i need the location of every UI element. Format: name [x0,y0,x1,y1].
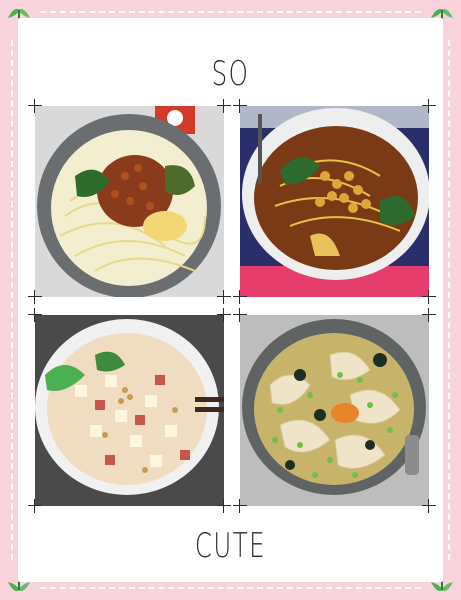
dashed-border-bottom [40,587,421,589]
crop-mark [233,308,247,322]
crop-mark [233,290,247,304]
crop-mark [28,308,42,322]
page-frame: SO CUTE [0,0,461,600]
crop-mark [422,290,436,304]
photo-wonton-soup[interactable] [240,315,429,506]
photo-pea-noodles[interactable] [240,106,429,297]
crop-mark [28,499,42,513]
photo-dry-noodles[interactable] [35,106,224,297]
dashed-border-right [448,40,450,560]
photo-card: SO CUTE [18,18,443,582]
page-subtitle: CUTE [194,526,267,566]
dashed-border-left [11,40,13,560]
crop-mark [28,290,42,304]
crop-mark [233,99,247,113]
crop-mark [233,499,247,513]
photo-tofu-soup[interactable] [35,315,224,506]
bowl-of-tofu-soup-icon [35,315,224,506]
crop-mark [217,308,231,322]
bowl-of-dry-noodles-icon [35,106,224,297]
crop-mark [217,290,231,304]
dashed-border-top [40,11,421,13]
crop-mark [217,499,231,513]
bowl-of-wonton-soup-icon [240,315,429,506]
crop-mark [422,99,436,113]
crop-mark [422,499,436,513]
page-title: SO [211,54,250,94]
crop-mark [422,308,436,322]
crop-mark [217,99,231,113]
crop-mark [28,99,42,113]
bowl-of-pea-noodles-icon [240,106,429,297]
